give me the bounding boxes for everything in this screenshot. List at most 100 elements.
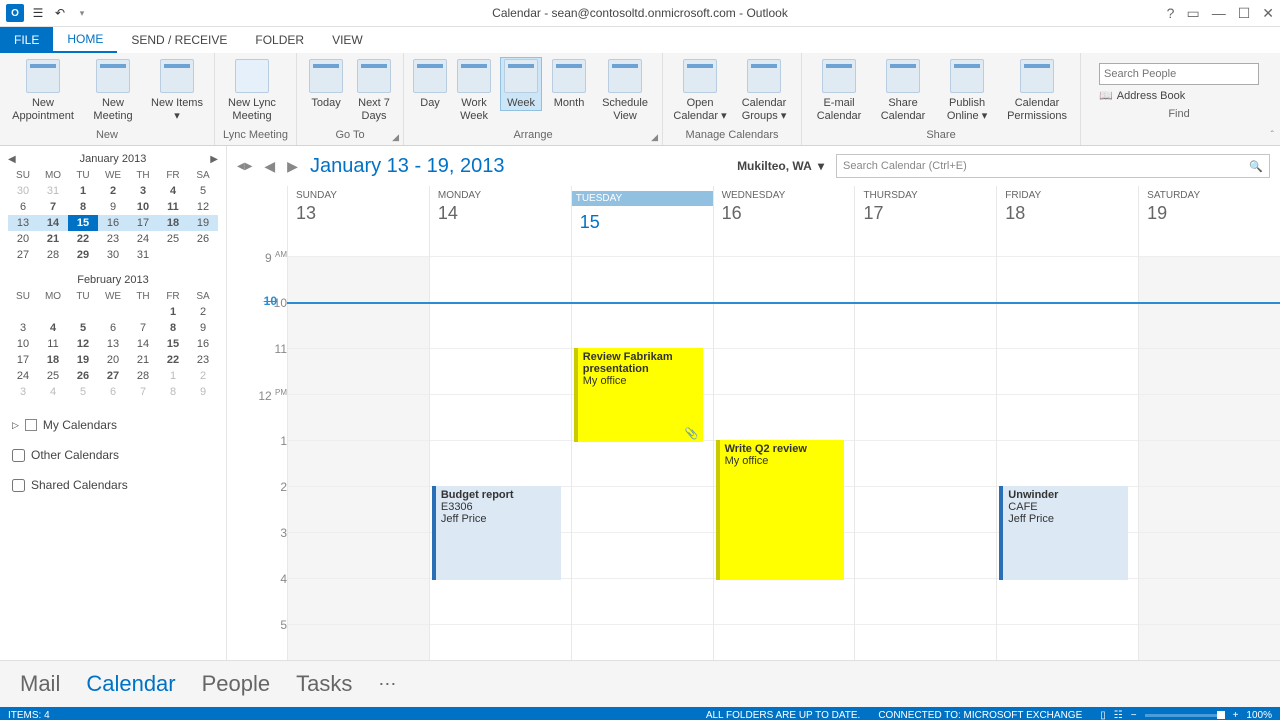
mini-cal-day[interactable]: 26: [188, 231, 218, 247]
calendar-permissions-button[interactable]: Calendar Permissions: [1002, 57, 1072, 123]
dialog-launcher-icon[interactable]: ◢: [392, 132, 399, 143]
mini-cal-day[interactable]: 2: [188, 304, 218, 320]
search-people-input[interactable]: [1099, 63, 1259, 85]
new-items-button[interactable]: New Items ▾: [148, 57, 206, 123]
mini-cal-day[interactable]: 11: [158, 199, 188, 215]
minimize-icon[interactable]: —: [1212, 5, 1226, 22]
mini-cal-day[interactable]: 27: [8, 247, 38, 263]
ribbon-options-icon[interactable]: ▭: [1186, 5, 1199, 22]
day-column[interactable]: Review Fabrikam presentationMy office📎: [571, 256, 713, 670]
tab-folder[interactable]: FOLDER: [241, 27, 318, 53]
new-lync-meeting-button[interactable]: New Lync Meeting: [223, 57, 281, 123]
new-meeting-button[interactable]: New Meeting: [84, 57, 142, 123]
mini-cal-day[interactable]: 28: [38, 247, 68, 263]
mini-cal-day[interactable]: 17: [128, 215, 158, 231]
mini-cal-day[interactable]: 8: [158, 384, 188, 400]
mini-cal-day[interactable]: 10: [8, 336, 38, 352]
day-header[interactable]: TUESDAY15: [571, 186, 713, 256]
mini-cal-day[interactable]: 4: [38, 384, 68, 400]
mini-cal-day[interactable]: [38, 304, 68, 320]
day-header[interactable]: SATURDAY19: [1138, 186, 1280, 256]
mini-cal-day[interactable]: 22: [158, 352, 188, 368]
publish-online-button[interactable]: Publish Online ▾: [938, 57, 996, 123]
day-column[interactable]: [1138, 256, 1280, 670]
expand-header-icon[interactable]: ◀▶: [237, 161, 252, 172]
mini-cal-day[interactable]: 30: [98, 247, 128, 263]
close-icon[interactable]: ✕: [1262, 5, 1274, 22]
mini-cal-day[interactable]: 11: [38, 336, 68, 352]
nav-mail[interactable]: Mail: [20, 671, 60, 697]
nav-people[interactable]: People: [202, 671, 271, 697]
mini-cal-day[interactable]: 16: [98, 215, 128, 231]
day-header[interactable]: SUNDAY13: [287, 186, 429, 256]
expand-icon[interactable]: ▷: [12, 420, 19, 431]
day-column[interactable]: [287, 256, 429, 670]
mini-cal-day[interactable]: 22: [68, 231, 98, 247]
mini-cal-day[interactable]: 13: [8, 215, 38, 231]
mini-cal-day[interactable]: 25: [158, 231, 188, 247]
view-reading-icon[interactable]: ☷: [1114, 710, 1123, 720]
mini-cal-day[interactable]: 9: [188, 384, 218, 400]
appointment[interactable]: UnwinderCAFEJeff Price: [999, 486, 1128, 580]
mini-cal-day[interactable]: 12: [188, 199, 218, 215]
mini-cal-day[interactable]: 23: [188, 352, 218, 368]
tab-view[interactable]: VIEW: [318, 27, 377, 53]
mini-cal-day[interactable]: 18: [38, 352, 68, 368]
mini-cal-day[interactable]: [188, 247, 218, 263]
mini-cal-day[interactable]: 6: [98, 320, 128, 336]
mini-cal-day[interactable]: 31: [38, 183, 68, 199]
day-header[interactable]: FRIDAY18: [996, 186, 1138, 256]
nav-more-icon[interactable]: ⋯: [378, 674, 396, 695]
day-column[interactable]: Budget reportE3306Jeff Price: [429, 256, 571, 670]
open-calendar-button[interactable]: Open Calendar ▾: [671, 57, 729, 123]
mini-cal-day[interactable]: 20: [8, 231, 38, 247]
my-calendars-item[interactable]: ▷My Calendars: [12, 418, 218, 432]
mini-cal-day[interactable]: 8: [158, 320, 188, 336]
mini-cal-day[interactable]: 14: [38, 215, 68, 231]
day-header[interactable]: WEDNESDAY16: [713, 186, 855, 256]
mini-cal-day[interactable]: 10: [128, 199, 158, 215]
mini-cal-day[interactable]: 13: [98, 336, 128, 352]
mini-cal-day[interactable]: 4: [158, 183, 188, 199]
mini-calendar-january[interactable]: ◀January 2013▶SUMOTUWETHFRSA303112345678…: [8, 150, 218, 263]
shared-calendars-item[interactable]: Shared Calendars: [12, 478, 218, 492]
calendar-groups-button[interactable]: Calendar Groups ▾: [735, 57, 793, 123]
mini-cal-day[interactable]: 26: [68, 368, 98, 384]
mini-cal-day[interactable]: 12: [68, 336, 98, 352]
other-calendars-item[interactable]: Other Calendars: [12, 448, 218, 462]
mini-cal-day[interactable]: 3: [128, 183, 158, 199]
mini-cal-day[interactable]: [8, 304, 38, 320]
mini-cal-day[interactable]: 6: [8, 199, 38, 215]
mini-cal-day[interactable]: 7: [128, 320, 158, 336]
view-normal-icon[interactable]: ▯: [1100, 710, 1106, 720]
schedule-view-button[interactable]: Schedule View: [596, 57, 654, 123]
day-header[interactable]: MONDAY14: [429, 186, 571, 256]
mini-cal-day[interactable]: [98, 304, 128, 320]
dialog-launcher-icon[interactable]: ◢: [651, 132, 658, 143]
mini-cal-day[interactable]: 21: [38, 231, 68, 247]
mini-cal-day[interactable]: 5: [68, 384, 98, 400]
mini-cal-day[interactable]: 7: [128, 384, 158, 400]
next-7-days-button[interactable]: Next 7 Days: [353, 57, 395, 123]
appointment[interactable]: Budget reportE3306Jeff Price: [432, 486, 561, 580]
maximize-icon[interactable]: ☐: [1238, 5, 1251, 22]
mini-cal-day[interactable]: 2: [98, 183, 128, 199]
prev-week-button[interactable]: ◀: [264, 158, 275, 175]
share-calendar-button[interactable]: Share Calendar: [874, 57, 932, 123]
address-book-button[interactable]: 📖Address Book: [1099, 89, 1259, 102]
next-month-icon[interactable]: ▶: [210, 154, 218, 165]
work-week-button[interactable]: Work Week: [454, 57, 494, 123]
mini-cal-day[interactable]: 5: [68, 320, 98, 336]
nav-calendar[interactable]: Calendar: [86, 671, 175, 697]
mini-cal-day[interactable]: [68, 304, 98, 320]
mini-cal-day[interactable]: 1: [158, 304, 188, 320]
tab-file[interactable]: FILE: [0, 27, 53, 53]
mini-cal-day[interactable]: 21: [128, 352, 158, 368]
prev-month-icon[interactable]: ◀: [8, 154, 16, 165]
day-header[interactable]: THURSDAY17: [854, 186, 996, 256]
mini-cal-day[interactable]: 3: [8, 320, 38, 336]
zoom-slider[interactable]: [1145, 714, 1225, 717]
mini-cal-day[interactable]: 15: [158, 336, 188, 352]
mini-cal-day[interactable]: 25: [38, 368, 68, 384]
mini-cal-day[interactable]: 14: [128, 336, 158, 352]
